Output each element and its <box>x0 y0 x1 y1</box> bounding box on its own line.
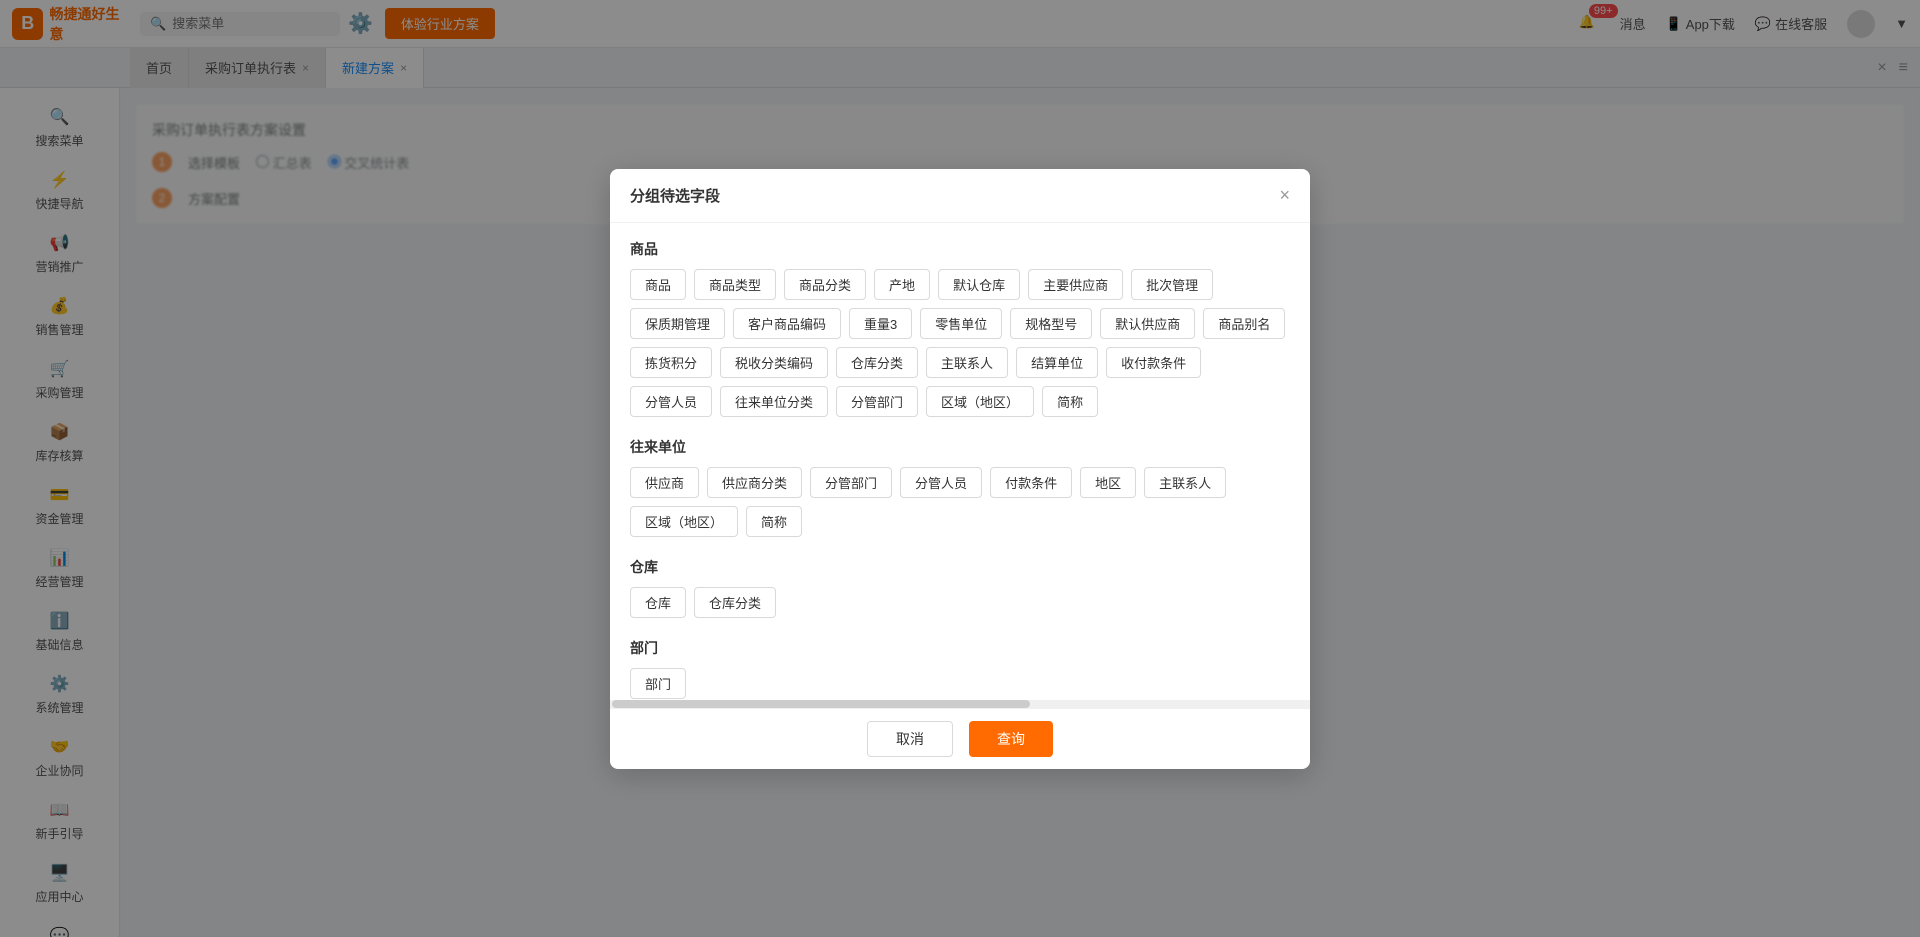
field-tag-2-1[interactable]: 仓库分类 <box>694 587 776 618</box>
modal-overlay: 分组待选字段 × 商品商品商品类型商品分类产地默认仓库主要供应商批次管理保质期管… <box>0 0 1920 937</box>
field-tag-0-22[interactable]: 分管部门 <box>836 386 918 417</box>
field-tag-0-21[interactable]: 往来单位分类 <box>720 386 828 417</box>
modal-title: 分组待选字段 <box>630 185 720 206</box>
field-group-2: 仓库仓库仓库分类 <box>630 557 1290 618</box>
field-tag-0-1[interactable]: 商品类型 <box>694 269 776 300</box>
field-group-title-0: 商品 <box>630 239 1290 259</box>
field-tag-1-8[interactable]: 简称 <box>746 506 802 537</box>
field-tag-1-1[interactable]: 供应商分类 <box>707 467 802 498</box>
field-group-0: 商品商品商品类型商品分类产地默认仓库主要供应商批次管理保质期管理客户商品编码重量… <box>630 239 1290 417</box>
cancel-button[interactable]: 取消 <box>867 721 953 757</box>
modal-body: 商品商品商品类型商品分类产地默认仓库主要供应商批次管理保质期管理客户商品编码重量… <box>610 223 1310 700</box>
field-group-title-2: 仓库 <box>630 557 1290 577</box>
field-tag-0-5[interactable]: 主要供应商 <box>1028 269 1123 300</box>
field-tag-0-13[interactable]: 商品别名 <box>1203 308 1285 339</box>
field-tag-0-24[interactable]: 简称 <box>1042 386 1098 417</box>
modal-close-button[interactable]: × <box>1279 186 1290 204</box>
field-select-modal: 分组待选字段 × 商品商品商品类型商品分类产地默认仓库主要供应商批次管理保质期管… <box>610 169 1310 769</box>
field-tags-0: 商品商品类型商品分类产地默认仓库主要供应商批次管理保质期管理客户商品编码重量3 零… <box>630 269 1290 417</box>
field-tag-0-2[interactable]: 商品分类 <box>784 269 866 300</box>
field-tag-0-15[interactable]: 税收分类编码 <box>720 347 828 378</box>
field-group-1: 往来单位供应商供应商分类分管部门分管人员付款条件地区主联系人区域（地区） 简称 <box>630 437 1290 537</box>
field-tag-0-9[interactable]: 重量3 <box>849 308 912 339</box>
field-tags-3: 部门 <box>630 668 1290 699</box>
field-tags-2: 仓库仓库分类 <box>630 587 1290 618</box>
field-tag-0-6[interactable]: 批次管理 <box>1131 269 1213 300</box>
field-tag-2-0[interactable]: 仓库 <box>630 587 686 618</box>
field-tag-0-10[interactable]: 零售单位 <box>920 308 1002 339</box>
field-tag-0-23[interactable]: 区域（地区） <box>926 386 1034 417</box>
field-tag-0-18[interactable]: 结算单位 <box>1016 347 1098 378</box>
field-tag-0-8[interactable]: 客户商品编码 <box>733 308 841 339</box>
hscroll-thumb <box>612 700 1030 708</box>
field-tag-0-4[interactable]: 默认仓库 <box>938 269 1020 300</box>
field-tag-0-7[interactable]: 保质期管理 <box>630 308 725 339</box>
field-tag-1-5[interactable]: 地区 <box>1080 467 1136 498</box>
field-tag-1-0[interactable]: 供应商 <box>630 467 699 498</box>
field-tag-1-6[interactable]: 主联系人 <box>1144 467 1226 498</box>
field-group-title-3: 部门 <box>630 638 1290 658</box>
field-tag-1-2[interactable]: 分管部门 <box>810 467 892 498</box>
field-tag-0-19[interactable]: 收付款条件 <box>1106 347 1201 378</box>
field-tag-0-11[interactable]: 规格型号 <box>1010 308 1092 339</box>
field-tag-0-3[interactable]: 产地 <box>874 269 930 300</box>
field-tag-0-0[interactable]: 商品 <box>630 269 686 300</box>
field-tag-1-7[interactable]: 区域（地区） <box>630 506 738 537</box>
field-group-3: 部门部门 <box>630 638 1290 699</box>
modal-header: 分组待选字段 × <box>610 169 1310 223</box>
field-tag-0-12[interactable]: 默认供应商 <box>1100 308 1195 339</box>
modal-hscroll[interactable] <box>610 700 1310 708</box>
field-group-title-1: 往来单位 <box>630 437 1290 457</box>
field-tag-1-3[interactable]: 分管人员 <box>900 467 982 498</box>
modal-footer: 取消 查询 <box>610 708 1310 769</box>
confirm-button[interactable]: 查询 <box>969 721 1053 757</box>
field-tag-0-17[interactable]: 主联系人 <box>926 347 1008 378</box>
field-tags-1: 供应商供应商分类分管部门分管人员付款条件地区主联系人区域（地区） 简称 <box>630 467 1290 537</box>
field-tag-0-16[interactable]: 仓库分类 <box>836 347 918 378</box>
field-tag-0-14[interactable]: 拣货积分 <box>630 347 712 378</box>
field-tag-0-20[interactable]: 分管人员 <box>630 386 712 417</box>
field-tag-1-4[interactable]: 付款条件 <box>990 467 1072 498</box>
field-tag-3-0[interactable]: 部门 <box>630 668 686 699</box>
